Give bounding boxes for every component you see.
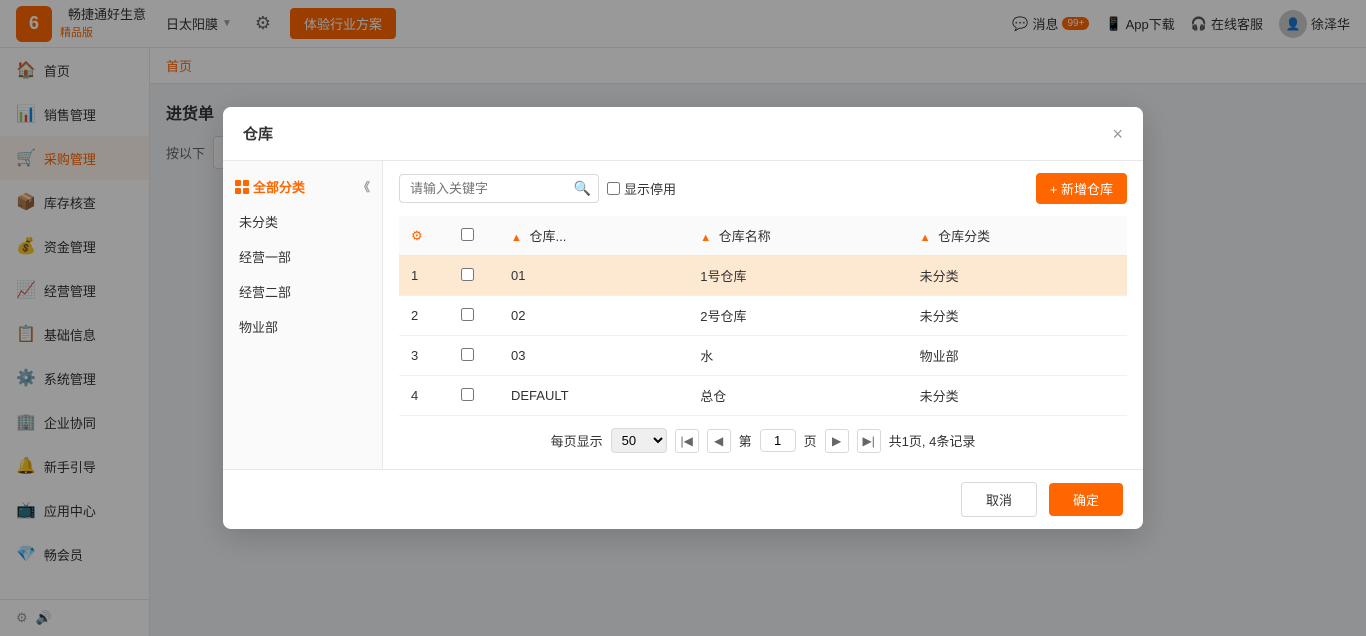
th-settings: ⚙ [399,216,449,256]
last-page-btn[interactable]: ▶| [857,429,881,453]
row-name: 总仓 [688,376,907,416]
first-page-btn[interactable]: |◀ [675,429,699,453]
th-code[interactable]: ▲ 仓库... [499,216,688,256]
row-name: 水 [688,336,907,376]
per-page-label: 每页显示 [551,431,603,450]
show-disabled-checkbox[interactable]: 显示停用 [607,179,676,198]
next-page-btn[interactable]: ▶ [825,429,849,453]
category-item-3[interactable]: 物业部 [223,309,382,344]
category-item-1[interactable]: 经营一部 [223,239,382,274]
new-warehouse-btn[interactable]: + 新增仓库 [1036,173,1127,204]
row-check[interactable] [461,388,474,401]
th-category[interactable]: ▲ 仓库分类 [908,216,1127,256]
table-row[interactable]: 3 03 水 物业部 [399,336,1127,376]
row-check[interactable] [461,268,474,281]
cancel-btn[interactable]: 取消 [961,482,1037,517]
table-row[interactable]: 1 01 1号仓库 未分类 [399,256,1127,296]
show-disabled-check[interactable] [607,182,620,195]
row-checkbox[interactable] [449,256,499,296]
row-category: 未分类 [908,376,1127,416]
gear-icon: ⚙ [411,228,423,243]
row-code: 03 [499,336,688,376]
grid-icon [235,180,249,194]
pagination: 每页显示 50 20 100 |◀ ◀ 第 页 ▶ ▶| 共1页, 4条记录 [399,416,1127,457]
table-row[interactable]: 4 DEFAULT 总仓 未分类 [399,376,1127,416]
warehouse-table: ⚙ ▲ 仓库... ▲ 仓库名称 [399,216,1127,416]
row-num: 1 [399,256,449,296]
all-category-label: 全部分类 [253,177,305,196]
modal-title: 仓库 [243,123,273,144]
th-category-label: 仓库分类 [938,229,990,244]
warehouse-modal: 仓库 × 全部分类 《 未分类 经营一部 经营二部 物业部 [223,107,1143,529]
modal-category-sidebar: 全部分类 《 未分类 经营一部 经营二部 物业部 [223,161,383,469]
row-code: 02 [499,296,688,336]
row-category: 未分类 [908,256,1127,296]
table-header: ⚙ ▲ 仓库... ▲ 仓库名称 [399,216,1127,256]
search-icon[interactable]: 🔍 [574,180,591,197]
row-code: DEFAULT [499,376,688,416]
th-checkbox [449,216,499,256]
row-code: 01 [499,256,688,296]
show-disabled-label: 显示停用 [624,179,676,198]
all-category-btn[interactable]: 全部分类 《 [223,169,382,204]
modal-main: 🔍 显示停用 + 新增仓库 ⚙ [383,161,1143,469]
modal-overlay: 仓库 × 全部分类 《 未分类 经营一部 经营二部 物业部 [0,0,1366,636]
row-check[interactable] [461,348,474,361]
row-num: 4 [399,376,449,416]
row-num: 2 [399,296,449,336]
prev-page-btn[interactable]: ◀ [707,429,731,453]
row-name: 1号仓库 [688,256,907,296]
search-input[interactable] [399,174,599,203]
row-check[interactable] [461,308,474,321]
row-checkbox[interactable] [449,296,499,336]
sort-icon: ▲ [920,232,931,244]
search-wrap: 🔍 [399,174,599,203]
sort-icon: ▲ [511,232,522,244]
row-checkbox[interactable] [449,336,499,376]
th-name-label: 仓库名称 [719,229,771,244]
th-name[interactable]: ▲ 仓库名称 [688,216,907,256]
row-num: 3 [399,336,449,376]
category-item-0[interactable]: 未分类 [223,204,382,239]
sort-icon: ▲ [700,232,711,244]
modal-footer: 取消 确定 [223,469,1143,529]
collapse-icon[interactable]: 《 [358,178,370,195]
row-category: 物业部 [908,336,1127,376]
per-page-select[interactable]: 50 20 100 [611,428,667,453]
modal-header: 仓库 × [223,107,1143,161]
row-category: 未分类 [908,296,1127,336]
page-label: 第 [739,431,752,450]
category-item-2[interactable]: 经营二部 [223,274,382,309]
modal-body: 全部分类 《 未分类 经营一部 经营二部 物业部 🔍 [223,161,1143,469]
table-row[interactable]: 2 02 2号仓库 未分类 [399,296,1127,336]
modal-toolbar: 🔍 显示停用 + 新增仓库 [399,173,1127,204]
row-name: 2号仓库 [688,296,907,336]
page-input[interactable] [760,429,796,452]
total-info: 共1页, 4条记录 [889,431,976,450]
select-all-checkbox[interactable] [461,228,474,241]
th-code-label: 仓库... [530,229,567,244]
row-checkbox[interactable] [449,376,499,416]
confirm-btn[interactable]: 确定 [1049,483,1123,516]
modal-close-btn[interactable]: × [1112,125,1123,143]
page-unit: 页 [804,431,817,450]
table-body: 1 01 1号仓库 未分类 2 02 2号仓库 未分类 [399,256,1127,416]
